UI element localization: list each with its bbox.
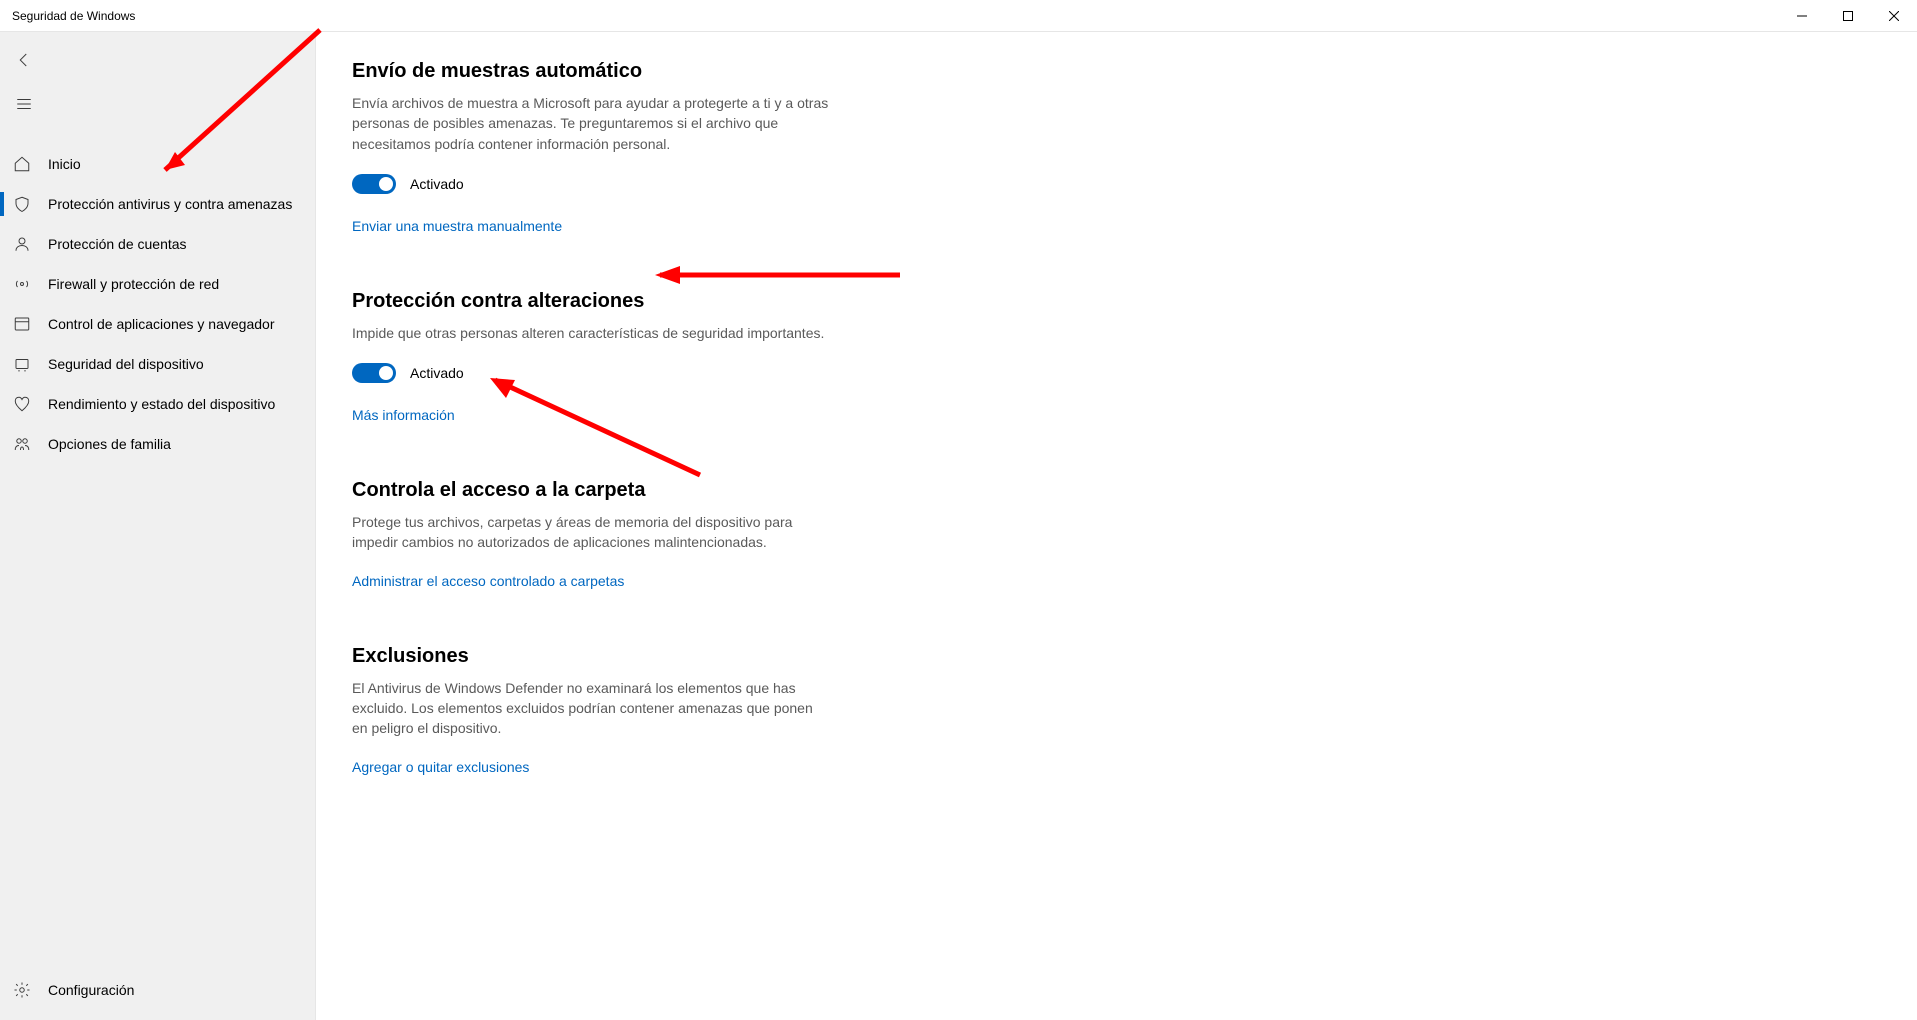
sidebar: Inicio Protección antivirus y contra ame… <box>0 32 316 1020</box>
sidebar-item-home[interactable]: Inicio <box>0 144 315 184</box>
sidebar-item-label: Protección de cuentas <box>48 236 187 252</box>
section-title: Envío de muestras automático <box>352 60 992 83</box>
sidebar-item-label: Configuración <box>48 982 134 998</box>
add-remove-exclusions-link[interactable]: Agregar o quitar exclusiones <box>352 759 529 775</box>
sidebar-item-devicesec[interactable]: Seguridad del dispositivo <box>0 344 315 384</box>
toggle-state-label: Activado <box>410 365 464 381</box>
section-tamper-protection: Protección contra alteraciones Impide qu… <box>352 290 992 423</box>
section-desc: Envía archivos de muestra a Microsoft pa… <box>352 93 832 154</box>
shield-icon <box>12 194 32 214</box>
sidebar-item-label: Control de aplicaciones y navegador <box>48 316 274 332</box>
chip-icon <box>12 354 32 374</box>
family-icon <box>12 434 32 454</box>
person-icon <box>12 234 32 254</box>
section-sample-submission: Envío de muestras automático Envía archi… <box>352 60 992 234</box>
manage-folder-access-link[interactable]: Administrar el acceso controlado a carpe… <box>352 573 624 589</box>
home-icon <box>12 154 32 174</box>
sidebar-item-label: Inicio <box>48 156 81 172</box>
section-folder-access: Controla el acceso a la carpeta Protege … <box>352 479 992 589</box>
section-title: Protección contra alteraciones <box>352 290 992 313</box>
maximize-button[interactable] <box>1825 0 1871 31</box>
sidebar-item-label: Protección antivirus y contra amenazas <box>48 196 292 212</box>
sidebar-item-label: Firewall y protección de red <box>48 276 219 292</box>
sidebar-item-label: Opciones de familia <box>48 436 171 452</box>
window-controls <box>1779 0 1917 31</box>
sidebar-item-label: Rendimiento y estado del dispositivo <box>48 396 275 412</box>
back-arrow-icon <box>14 50 34 70</box>
window-title: Seguridad de Windows <box>12 9 135 23</box>
sidebar-item-perf[interactable]: Rendimiento y estado del dispositivo <box>0 384 315 424</box>
browser-icon <box>12 314 32 334</box>
main-content: Envío de muestras automático Envía archi… <box>316 32 1917 1020</box>
section-title: Exclusiones <box>352 645 992 668</box>
section-desc: El Antivirus de Windows Defender no exam… <box>352 678 832 739</box>
close-button[interactable] <box>1871 0 1917 31</box>
tamper-protection-toggle[interactable] <box>352 363 396 383</box>
sample-submission-toggle[interactable] <box>352 174 396 194</box>
section-desc: Impide que otras personas alteren caract… <box>352 323 832 343</box>
section-desc: Protege tus archivos, carpetas y áreas d… <box>352 512 832 553</box>
gear-icon <box>12 980 32 1000</box>
submit-sample-link[interactable]: Enviar una muestra manualmente <box>352 218 562 234</box>
heart-icon <box>12 394 32 414</box>
minimize-button[interactable] <box>1779 0 1825 31</box>
back-button[interactable] <box>0 38 315 82</box>
hamburger-icon <box>14 94 34 114</box>
section-exclusions: Exclusiones El Antivirus de Windows Defe… <box>352 645 992 775</box>
antenna-icon <box>12 274 32 294</box>
more-info-link[interactable]: Más información <box>352 407 455 423</box>
sidebar-item-antivirus[interactable]: Protección antivirus y contra amenazas <box>0 184 315 224</box>
sidebar-item-appcontrol[interactable]: Control de aplicaciones y navegador <box>0 304 315 344</box>
sidebar-item-accounts[interactable]: Protección de cuentas <box>0 224 315 264</box>
menu-button[interactable] <box>0 82 315 126</box>
titlebar: Seguridad de Windows <box>0 0 1917 32</box>
sidebar-item-firewall[interactable]: Firewall y protección de red <box>0 264 315 304</box>
sidebar-item-settings[interactable]: Configuración <box>0 970 315 1010</box>
sidebar-item-family[interactable]: Opciones de familia <box>0 424 315 464</box>
sidebar-item-label: Seguridad del dispositivo <box>48 356 204 372</box>
section-title: Controla el acceso a la carpeta <box>352 479 992 502</box>
toggle-state-label: Activado <box>410 176 464 192</box>
